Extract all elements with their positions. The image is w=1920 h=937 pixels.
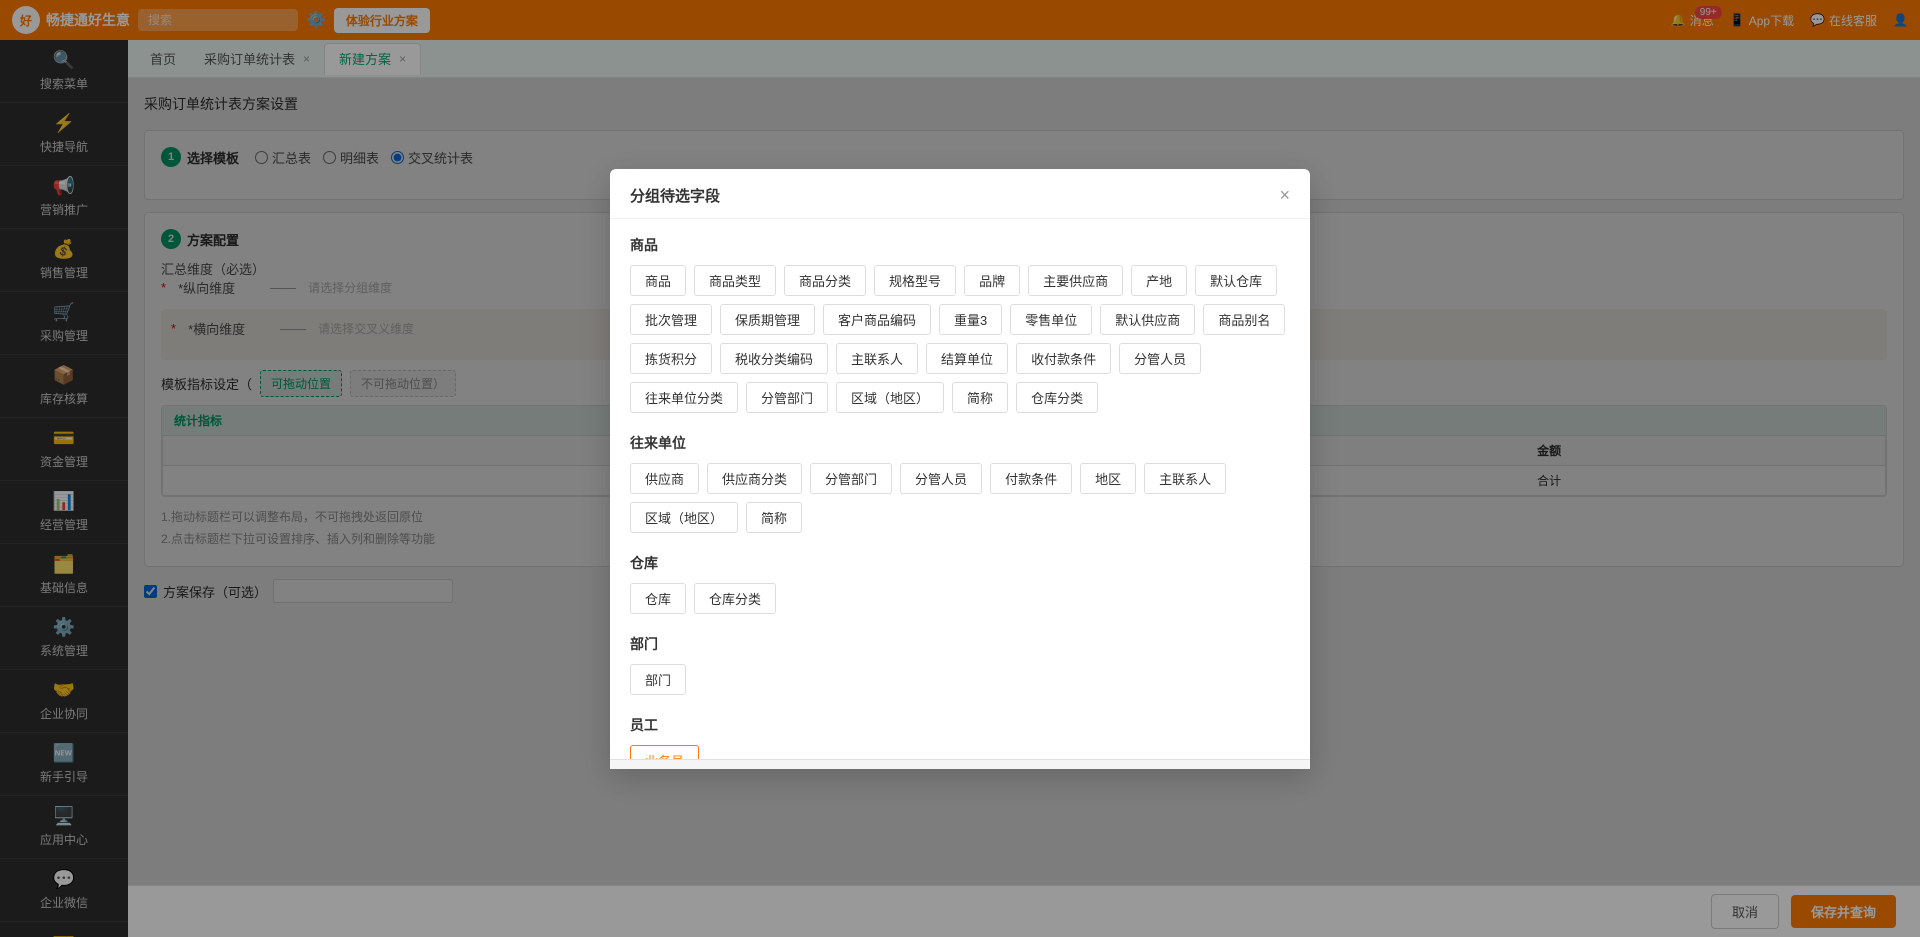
field-tag[interactable]: 分管部门 <box>810 463 892 494</box>
field-tag[interactable]: 分管人员 <box>1119 343 1201 374</box>
field-tag[interactable]: 仓库分类 <box>694 583 776 614</box>
field-tag[interactable]: 批次管理 <box>630 304 712 335</box>
field-tag[interactable]: 默认供应商 <box>1100 304 1195 335</box>
field-tag[interactable]: 仓库分类 <box>1016 382 1098 413</box>
field-tag[interactable]: 保质期管理 <box>720 304 815 335</box>
field-tag[interactable]: 商品 <box>630 265 686 296</box>
modal-section-title-department: 部门 <box>630 634 1290 654</box>
modal-header: 分组待选字段 × <box>610 169 1310 219</box>
modal-title: 分组待选字段 <box>630 185 720 206</box>
modal-close-button[interactable]: × <box>1279 186 1290 204</box>
field-tag[interactable]: 主要供应商 <box>1028 265 1123 296</box>
modal-section-title-employee: 员工 <box>630 715 1290 735</box>
field-tag[interactable]: 产地 <box>1131 265 1187 296</box>
field-tag[interactable]: 商品类型 <box>694 265 776 296</box>
modal-section-title-warehouse: 仓库 <box>630 553 1290 573</box>
field-tag[interactable]: 仓库 <box>630 583 686 614</box>
field-tag[interactable]: 品牌 <box>964 265 1020 296</box>
field-tag[interactable]: 分管人员 <box>900 463 982 494</box>
field-tag[interactable]: 往来单位分类 <box>630 382 738 413</box>
modal-section-goods: 商品商品商品类型商品分类规格型号品牌主要供应商产地默认仓库批次管理保质期管理客户… <box>630 235 1290 413</box>
field-tag[interactable]: 重量3 <box>939 304 1002 335</box>
field-tag[interactable]: 收付款条件 <box>1016 343 1111 374</box>
modal: 分组待选字段 × 商品商品商品类型商品分类规格型号品牌主要供应商产地默认仓库批次… <box>610 169 1310 769</box>
modal-section-title-goods: 商品 <box>630 235 1290 255</box>
field-grid-department: 部门 <box>630 664 1290 695</box>
field-tag[interactable]: 税收分类编码 <box>720 343 828 374</box>
modal-section-warehouse: 仓库仓库仓库分类 <box>630 553 1290 614</box>
field-grid-employee: 业务员 <box>630 745 1290 760</box>
field-tag[interactable]: 默认仓库 <box>1195 265 1277 296</box>
field-tag[interactable]: 商品分类 <box>784 265 866 296</box>
modal-hscroll[interactable] <box>610 759 1310 768</box>
field-tag[interactable]: 客户商品编码 <box>823 304 931 335</box>
modal-section-department: 部门部门 <box>630 634 1290 695</box>
field-tag[interactable]: 简称 <box>952 382 1008 413</box>
field-tag[interactable]: 地区 <box>1080 463 1136 494</box>
field-tag[interactable]: 零售单位 <box>1010 304 1092 335</box>
field-tag[interactable]: 供应商分类 <box>707 463 802 494</box>
field-tag[interactable]: 部门 <box>630 664 686 695</box>
field-tag[interactable]: 主联系人 <box>836 343 918 374</box>
field-tag[interactable]: 分管部门 <box>746 382 828 413</box>
field-grid-partner: 供应商供应商分类分管部门分管人员付款条件地区主联系人区域（地区） 简称 <box>630 463 1290 533</box>
field-tag[interactable]: 规格型号 <box>874 265 956 296</box>
modal-body[interactable]: 商品商品商品类型商品分类规格型号品牌主要供应商产地默认仓库批次管理保质期管理客户… <box>610 219 1310 760</box>
field-tag[interactable]: 区域（地区） <box>836 382 944 413</box>
modal-overlay: 分组待选字段 × 商品商品商品类型商品分类规格型号品牌主要供应商产地默认仓库批次… <box>0 0 1920 937</box>
field-tag[interactable]: 主联系人 <box>1144 463 1226 494</box>
modal-section-employee: 员工业务员 <box>630 715 1290 760</box>
field-tag[interactable]: 结算单位 <box>926 343 1008 374</box>
field-tag[interactable]: 区域（地区） <box>630 502 738 533</box>
field-tag[interactable]: 简称 <box>746 502 802 533</box>
field-tag[interactable]: 商品别名 <box>1203 304 1285 335</box>
field-tag[interactable]: 拣货积分 <box>630 343 712 374</box>
modal-section-title-partner: 往来单位 <box>630 433 1290 453</box>
field-tag[interactable]: 业务员 <box>630 745 699 760</box>
field-tag[interactable]: 供应商 <box>630 463 699 494</box>
field-grid-warehouse: 仓库仓库分类 <box>630 583 1290 614</box>
field-grid-goods: 商品商品类型商品分类规格型号品牌主要供应商产地默认仓库批次管理保质期管理客户商品… <box>630 265 1290 413</box>
field-tag[interactable]: 付款条件 <box>990 463 1072 494</box>
modal-section-partner: 往来单位供应商供应商分类分管部门分管人员付款条件地区主联系人区域（地区） 简称 <box>630 433 1290 533</box>
